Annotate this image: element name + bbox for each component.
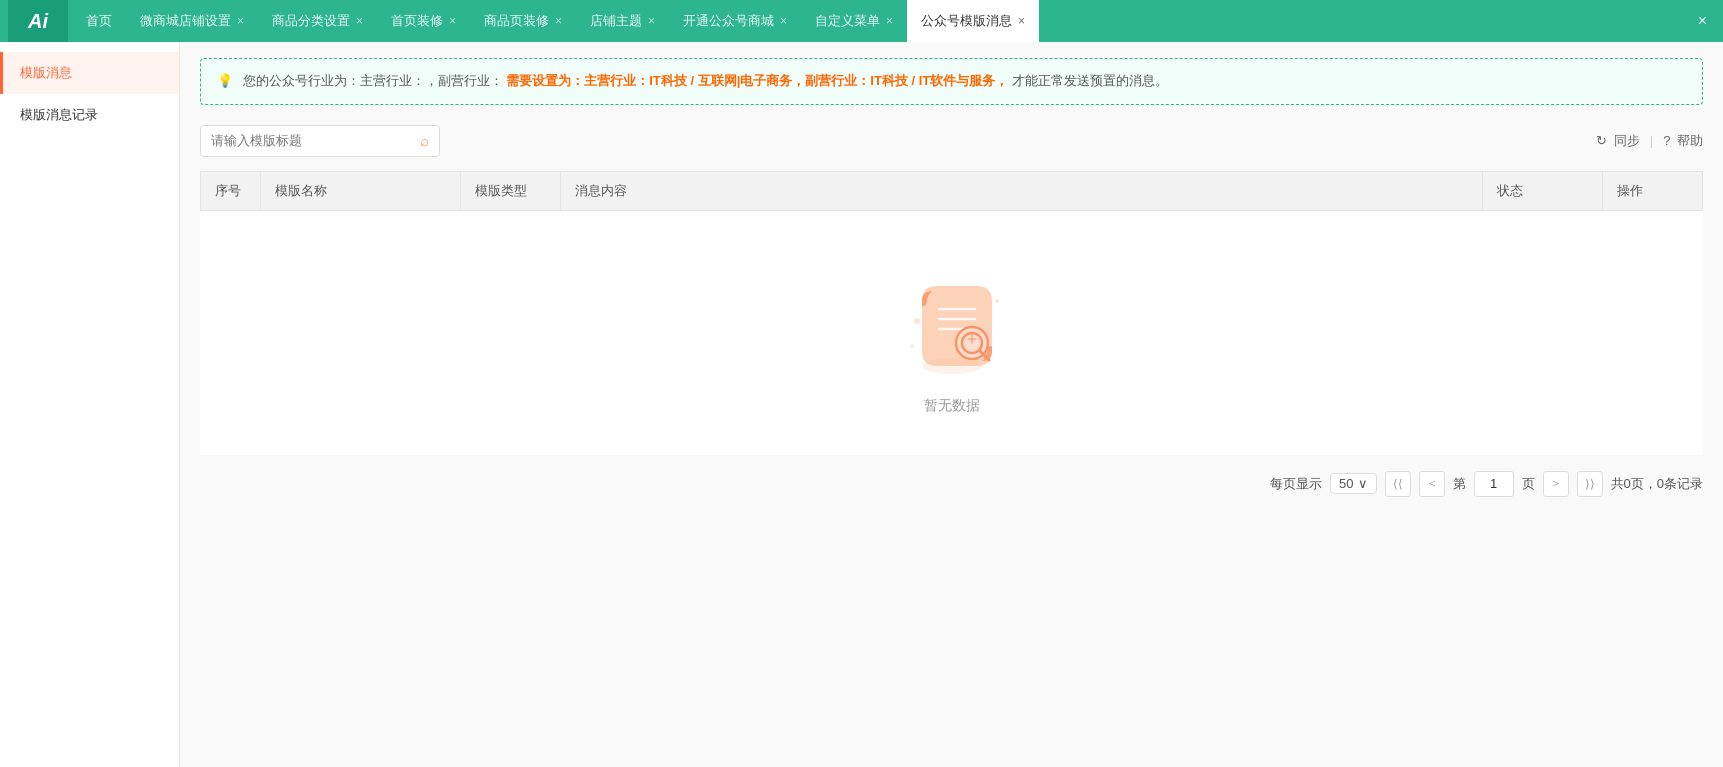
first-page-button[interactable]: ⟨⟨ bbox=[1385, 471, 1411, 497]
nav-tab-close-template-msg[interactable]: × bbox=[1018, 14, 1025, 28]
search-icon[interactable]: ⌕ bbox=[420, 132, 429, 149]
nav-tab-close-shop-settings[interactable]: × bbox=[237, 14, 244, 28]
notice-highlight: 需要设置为：主营行业：IT科技 / 互联网|电子商务，副营行业：IT科技 / I… bbox=[506, 73, 1008, 88]
page-size-label: 每页显示 bbox=[1270, 475, 1322, 493]
nav-tab-product-decor[interactable]: 商品页装修 × bbox=[470, 0, 576, 42]
main-layout: 模版消息模版消息记录 💡 您的公众号行业为：主营行业：，副营行业： 需要设置为：… bbox=[0, 42, 1723, 767]
empty-text: 暂无数据 bbox=[201, 397, 1703, 415]
nav-tab-label-open-mall: 开通公众号商城 bbox=[683, 12, 774, 30]
data-table: 序号模版名称模版类型消息内容状态操作 bbox=[200, 171, 1703, 455]
nav-tab-custom-menu[interactable]: 自定义菜单 × bbox=[801, 0, 907, 42]
page-number-input[interactable] bbox=[1474, 471, 1514, 497]
table-col-index: 序号 bbox=[201, 171, 261, 210]
tabs-container: 首页微商城店铺设置×商品分类设置×首页装修×商品页装修×店铺主题×开通公众号商城… bbox=[72, 0, 1039, 42]
nav-tab-label-template-msg: 公众号模版消息 bbox=[921, 12, 1012, 30]
nav-tab-home[interactable]: 首页 bbox=[72, 0, 126, 42]
table-col-action: 操作 bbox=[1603, 171, 1703, 210]
search-input[interactable] bbox=[211, 133, 416, 148]
notice-text-before: 您的公众号行业为：主营行业：，副营行业： bbox=[243, 73, 503, 88]
close-all-button[interactable]: × bbox=[1690, 8, 1715, 34]
logo: Ai bbox=[8, 0, 68, 42]
table-scroll-wrap: 序号模版名称模版类型消息内容状态操作 bbox=[200, 171, 1703, 455]
help-label: 帮助 bbox=[1677, 133, 1703, 148]
notice-box: 💡 您的公众号行业为：主营行业：，副营行业： 需要设置为：主营行业：IT科技 /… bbox=[200, 58, 1703, 105]
nav-tab-label-home: 首页 bbox=[86, 12, 112, 30]
table-col-status: 状态 bbox=[1483, 171, 1603, 210]
nav-tab-close-category-settings[interactable]: × bbox=[356, 14, 363, 28]
sidebar-items: 模版消息模版消息记录 bbox=[0, 52, 179, 136]
search-bar: ⌕ ↻ 同步 | ? 帮助 bbox=[200, 125, 1703, 157]
table-col-content: 消息内容 bbox=[561, 171, 1483, 210]
nav-tab-close-custom-menu[interactable]: × bbox=[886, 14, 893, 28]
nav-tab-close-home-decor[interactable]: × bbox=[449, 14, 456, 28]
nav-tab-close-open-mall[interactable]: × bbox=[780, 14, 787, 28]
page-label-after: 页 bbox=[1522, 475, 1535, 493]
svg-point-10 bbox=[995, 299, 999, 303]
help-button[interactable]: ? 帮助 bbox=[1663, 132, 1703, 150]
sync-label: 同步 bbox=[1614, 133, 1640, 148]
next-page-button[interactable]: ＞ bbox=[1543, 471, 1569, 497]
help-icon: ? bbox=[1663, 133, 1670, 148]
nav-tab-category-settings[interactable]: 商品分类设置 × bbox=[258, 0, 377, 42]
nav-tab-template-msg[interactable]: 公众号模版消息 × bbox=[907, 0, 1039, 42]
last-page-button[interactable]: ⟩⟩ bbox=[1577, 471, 1603, 497]
page-size-value: 50 bbox=[1339, 476, 1353, 491]
notice-icon: 💡 bbox=[217, 71, 233, 92]
table-body: 暂无数据 bbox=[201, 210, 1703, 455]
table-header-row: 序号模版名称模版类型消息内容状态操作 bbox=[201, 171, 1703, 210]
sidebar: 模版消息模版消息记录 bbox=[0, 42, 180, 767]
nav-tab-close-shop-theme[interactable]: × bbox=[648, 14, 655, 28]
sidebar-item-template-msg-log[interactable]: 模版消息记录 bbox=[0, 94, 179, 136]
total-label: 共0页，0条记录 bbox=[1611, 475, 1703, 493]
toolbar-divider: | bbox=[1650, 133, 1653, 148]
nav-tab-label-home-decor: 首页装修 bbox=[391, 12, 443, 30]
nav-tab-close-product-decor[interactable]: × bbox=[555, 14, 562, 28]
content-area: 💡 您的公众号行业为：主营行业：，副营行业： 需要设置为：主营行业：IT科技 /… bbox=[180, 42, 1723, 767]
empty-row: 暂无数据 bbox=[201, 210, 1703, 455]
page-label-before: 第 bbox=[1453, 475, 1466, 493]
toolbar-right: ↻ 同步 | ? 帮助 bbox=[1596, 132, 1703, 150]
table-col-type: 模版类型 bbox=[461, 171, 561, 210]
table-col-name: 模版名称 bbox=[261, 171, 461, 210]
notice-text-after: 才能正常发送预置的消息。 bbox=[1012, 73, 1168, 88]
nav-tab-label-shop-settings: 微商城店铺设置 bbox=[140, 12, 231, 30]
nav-tab-shop-theme[interactable]: 店铺主题 × bbox=[576, 0, 669, 42]
search-input-wrap[interactable]: ⌕ bbox=[200, 125, 440, 157]
nav-tab-label-category-settings: 商品分类设置 bbox=[272, 12, 350, 30]
empty-icon bbox=[897, 271, 1007, 381]
sidebar-item-template-msg[interactable]: 模版消息 bbox=[0, 52, 179, 94]
page-size-select[interactable]: 50 ∨ bbox=[1330, 473, 1376, 494]
nav-tab-open-mall[interactable]: 开通公众号商城 × bbox=[669, 0, 801, 42]
nav-tab-home-decor[interactable]: 首页装修 × bbox=[377, 0, 470, 42]
nav-tab-label-custom-menu: 自定义菜单 bbox=[815, 12, 880, 30]
sync-icon: ↻ bbox=[1596, 133, 1607, 148]
svg-point-11 bbox=[910, 344, 914, 348]
pagination: 每页显示 50 ∨ ⟨⟨ ＜ 第 页 ＞ ⟩⟩ 共0页，0条记录 bbox=[200, 471, 1703, 497]
nav-tab-label-shop-theme: 店铺主题 bbox=[590, 12, 642, 30]
nav-tab-shop-settings[interactable]: 微商城店铺设置 × bbox=[126, 0, 258, 42]
prev-page-button[interactable]: ＜ bbox=[1419, 471, 1445, 497]
sync-button[interactable]: ↻ 同步 bbox=[1596, 132, 1640, 150]
nav-tab-label-product-decor: 商品页装修 bbox=[484, 12, 549, 30]
empty-state: 暂无数据 bbox=[201, 211, 1703, 455]
page-size-arrow: ∨ bbox=[1358, 476, 1368, 491]
top-nav: Ai 首页微商城店铺设置×商品分类设置×首页装修×商品页装修×店铺主题×开通公众… bbox=[0, 0, 1723, 42]
svg-point-9 bbox=[914, 318, 920, 324]
